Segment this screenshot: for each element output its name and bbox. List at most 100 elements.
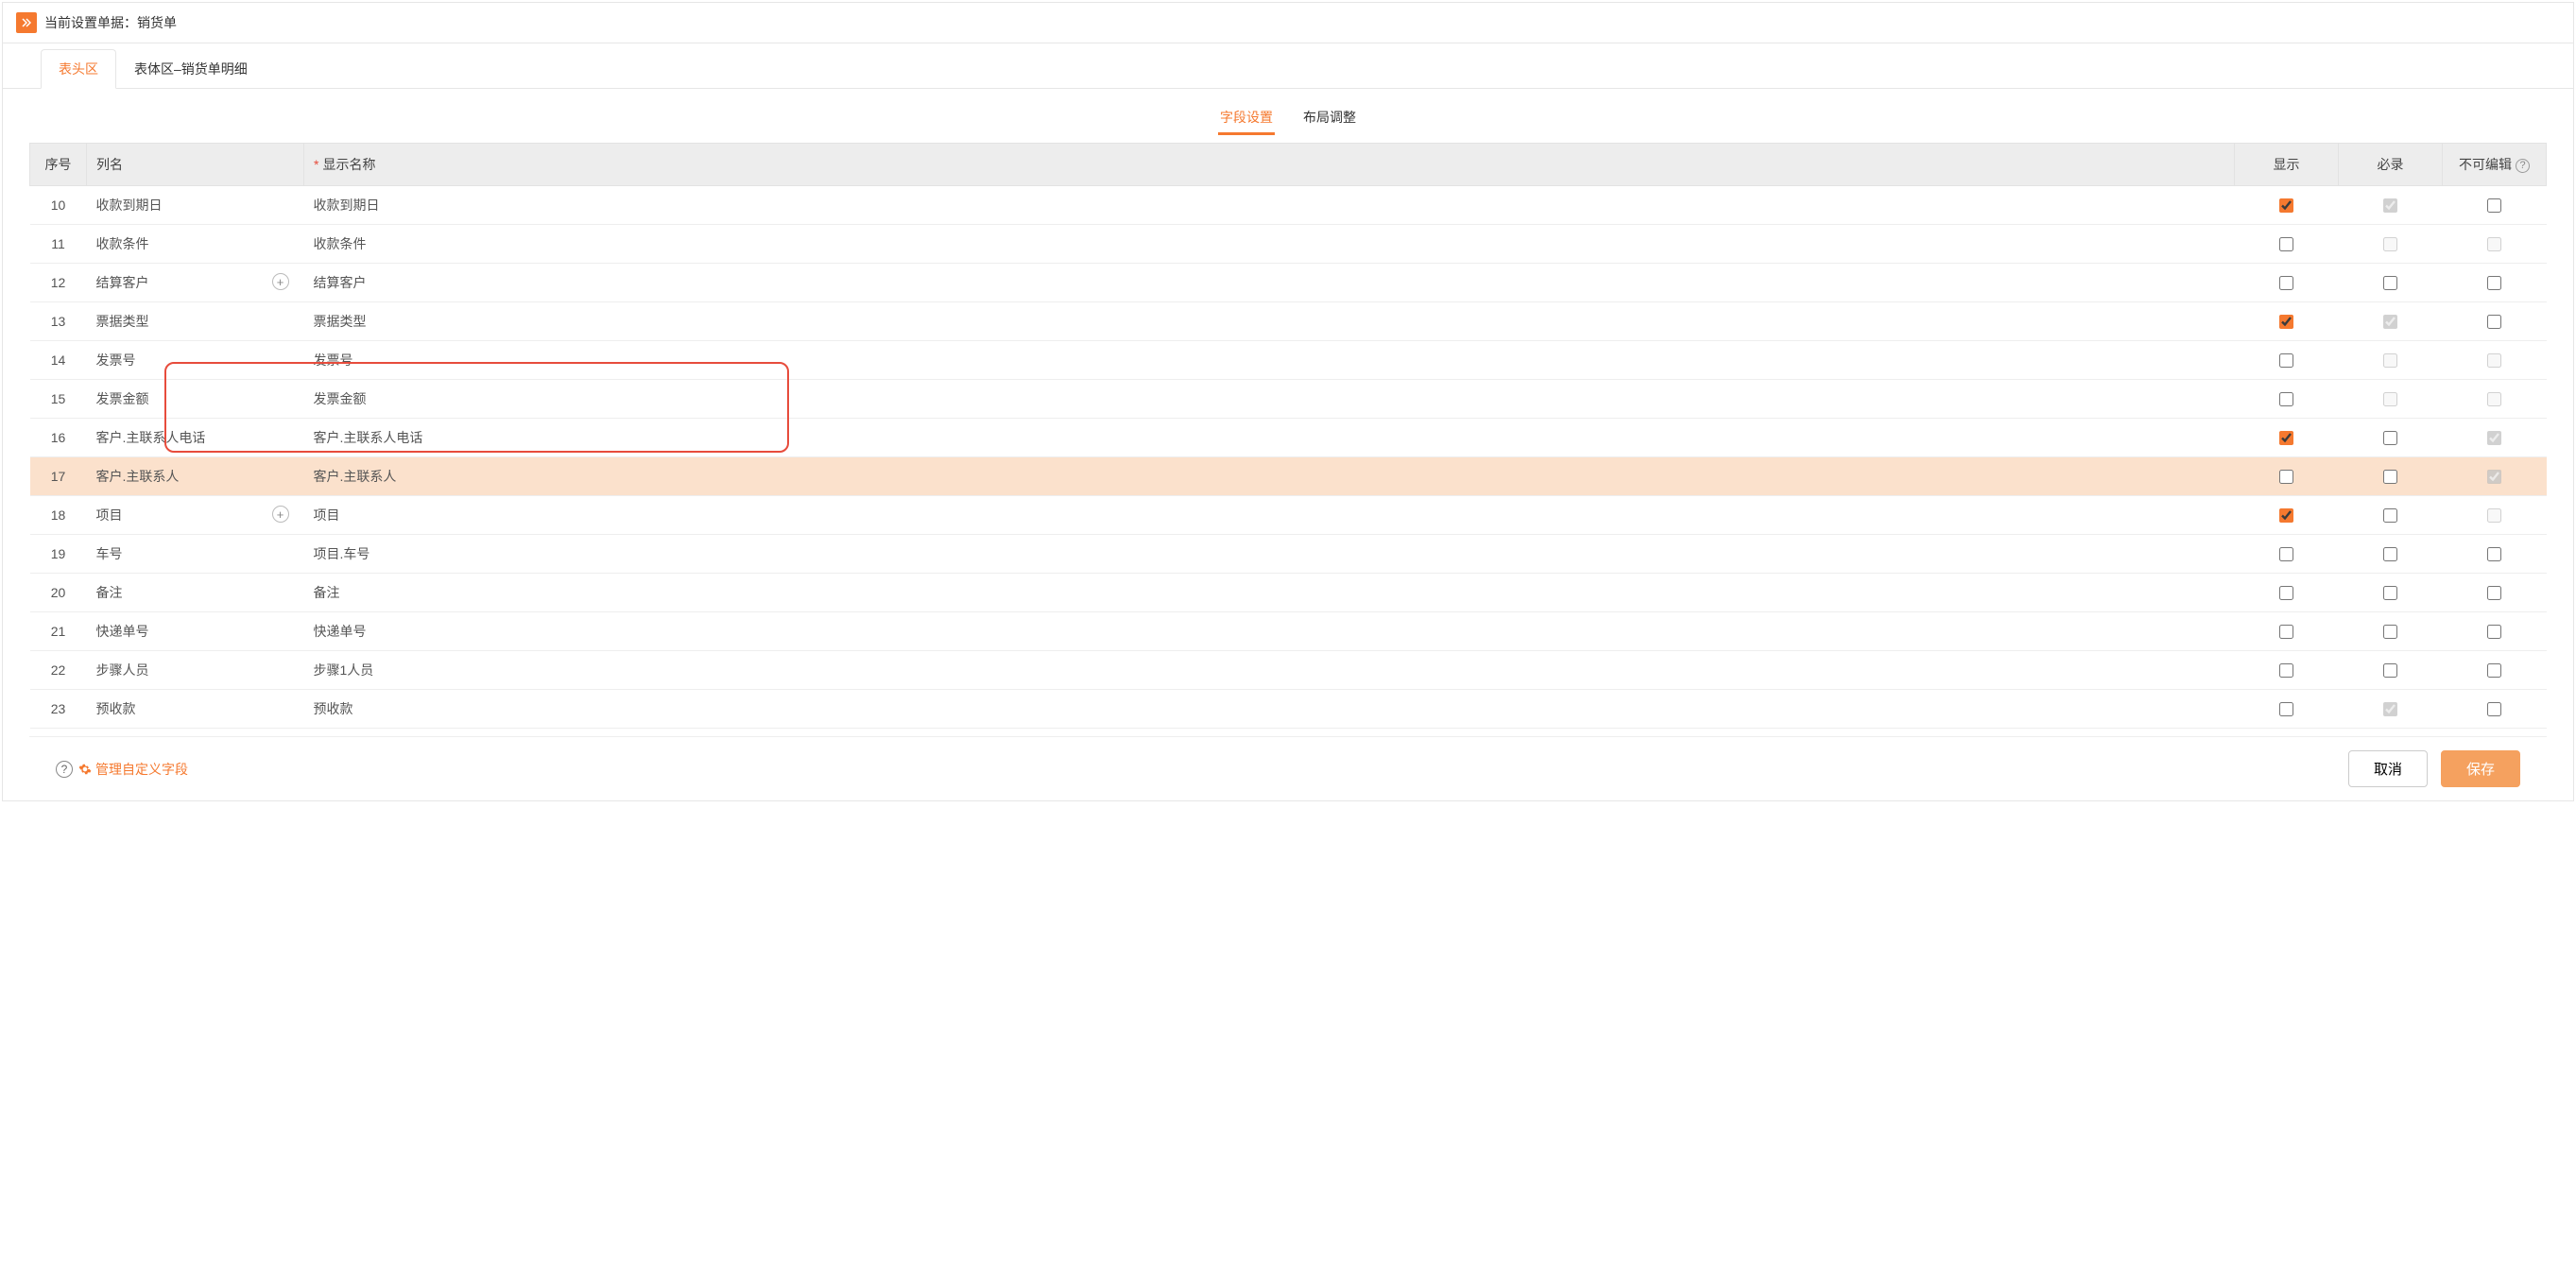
show-checkbox[interactable] — [2279, 392, 2293, 406]
readonly-checkbox-cell — [2443, 612, 2547, 651]
show-checkbox[interactable] — [2279, 625, 2293, 639]
manage-custom-fields-link[interactable]: 管理自定义字段 — [78, 760, 188, 779]
readonly-checkbox[interactable] — [2487, 663, 2501, 678]
row-display-name[interactable]: 发票金额 — [304, 380, 2235, 419]
table-row: 21快递单号快递单号 — [30, 612, 2547, 651]
table-row: 12结算客户+结算客户 — [30, 264, 2547, 302]
row-display-name[interactable]: 客户.主联系人 — [304, 457, 2235, 496]
row-col-name: 项目+ — [87, 496, 304, 535]
outer-tabs: 表头区表体区–销货单明细 — [3, 43, 2573, 89]
show-checkbox[interactable] — [2279, 586, 2293, 600]
show-checkbox[interactable] — [2279, 431, 2293, 445]
readonly-checkbox[interactable] — [2487, 198, 2501, 213]
readonly-checkbox[interactable] — [2487, 547, 2501, 561]
show-checkbox[interactable] — [2279, 663, 2293, 678]
add-subfield-icon[interactable]: + — [272, 506, 289, 523]
required-checkbox[interactable] — [2383, 508, 2397, 523]
readonly-checkbox[interactable] — [2487, 315, 2501, 329]
required-checkbox[interactable] — [2383, 586, 2397, 600]
show-checkbox-cell — [2235, 225, 2339, 264]
row-col-name: 快递单号 — [87, 612, 304, 651]
row-display-name[interactable]: 收款到期日 — [304, 186, 2235, 225]
row-display-name[interactable]: 预收款 — [304, 690, 2235, 729]
table-row: 14发票号发票号 — [30, 341, 2547, 380]
show-checkbox-cell — [2235, 380, 2339, 419]
row-display-name[interactable]: 票据类型 — [304, 302, 2235, 341]
add-subfield-icon[interactable]: + — [272, 273, 289, 290]
row-index: 14 — [30, 341, 87, 380]
th-index: 序号 — [30, 144, 87, 186]
table-row: 22步骤人员步骤1人员 — [30, 651, 2547, 690]
required-checkbox[interactable] — [2383, 625, 2397, 639]
help-circle-icon[interactable]: ? — [56, 761, 73, 778]
show-checkbox[interactable] — [2279, 198, 2293, 213]
subtab-field-settings[interactable]: 字段设置 — [1218, 102, 1275, 135]
show-checkbox-cell — [2235, 302, 2339, 341]
readonly-checkbox — [2487, 353, 2501, 368]
row-col-name: 客户.主联系人电话 — [87, 419, 304, 457]
row-col-name: 收款条件 — [87, 225, 304, 264]
show-checkbox-cell — [2235, 612, 2339, 651]
show-checkbox-cell — [2235, 457, 2339, 496]
row-display-name[interactable]: 发票号 — [304, 341, 2235, 380]
subtab-layout-adjust[interactable]: 布局调整 — [1301, 102, 1358, 135]
tab-body-area[interactable]: 表体区–销货单明细 — [116, 49, 266, 89]
readonly-checkbox — [2487, 431, 2501, 445]
help-icon[interactable]: ? — [2516, 159, 2530, 173]
required-checkbox[interactable] — [2383, 547, 2397, 561]
readonly-checkbox[interactable] — [2487, 625, 2501, 639]
required-checkbox[interactable] — [2383, 663, 2397, 678]
row-display-name[interactable]: 备注 — [304, 574, 2235, 612]
row-display-name[interactable]: 步骤1人员 — [304, 651, 2235, 690]
required-checkbox-cell — [2339, 496, 2443, 535]
row-col-name: 预收款 — [87, 690, 304, 729]
row-display-name[interactable]: 快递单号 — [304, 612, 2235, 651]
row-col-name: 结算客户+ — [87, 264, 304, 302]
show-checkbox[interactable] — [2279, 547, 2293, 561]
readonly-checkbox-cell — [2443, 341, 2547, 380]
table-row: 13票据类型票据类型 — [30, 302, 2547, 341]
show-checkbox[interactable] — [2279, 237, 2293, 251]
table-row: 10收款到期日收款到期日 — [30, 186, 2547, 225]
show-checkbox[interactable] — [2279, 276, 2293, 290]
row-col-name: 发票金额 — [87, 380, 304, 419]
readonly-checkbox[interactable] — [2487, 276, 2501, 290]
cancel-button[interactable]: 取消 — [2348, 750, 2428, 787]
show-checkbox-cell — [2235, 496, 2339, 535]
show-checkbox[interactable] — [2279, 353, 2293, 368]
show-checkbox-cell — [2235, 264, 2339, 302]
th-col-name: 列名 — [87, 144, 304, 186]
required-checkbox-cell — [2339, 186, 2443, 225]
readonly-checkbox[interactable] — [2487, 702, 2501, 716]
row-display-name[interactable]: 客户.主联系人电话 — [304, 419, 2235, 457]
row-index: 11 — [30, 225, 87, 264]
required-checkbox-cell — [2339, 264, 2443, 302]
row-display-name[interactable]: 项目 — [304, 496, 2235, 535]
show-checkbox[interactable] — [2279, 508, 2293, 523]
required-checkbox-cell — [2339, 225, 2443, 264]
row-display-name[interactable]: 结算客户 — [304, 264, 2235, 302]
row-index: 23 — [30, 690, 87, 729]
readonly-checkbox-cell — [2443, 574, 2547, 612]
show-checkbox[interactable] — [2279, 470, 2293, 484]
table-row: 17客户.主联系人客户.主联系人 — [30, 457, 2547, 496]
expand-sidebar-icon[interactable] — [16, 12, 37, 33]
show-checkbox-cell — [2235, 574, 2339, 612]
save-button[interactable]: 保存 — [2441, 750, 2520, 787]
required-checkbox-cell — [2339, 612, 2443, 651]
readonly-checkbox — [2487, 470, 2501, 484]
show-checkbox-cell — [2235, 186, 2339, 225]
row-display-name[interactable]: 项目.车号 — [304, 535, 2235, 574]
tab-header-area[interactable]: 表头区 — [41, 49, 116, 89]
readonly-checkbox[interactable] — [2487, 586, 2501, 600]
show-checkbox[interactable] — [2279, 702, 2293, 716]
readonly-checkbox — [2487, 237, 2501, 251]
row-index: 17 — [30, 457, 87, 496]
show-checkbox[interactable] — [2279, 315, 2293, 329]
required-checkbox[interactable] — [2383, 470, 2397, 484]
row-index: 22 — [30, 651, 87, 690]
required-checkbox[interactable] — [2383, 276, 2397, 290]
required-checkbox[interactable] — [2383, 431, 2397, 445]
required-checkbox-cell — [2339, 535, 2443, 574]
row-display-name[interactable]: 收款条件 — [304, 225, 2235, 264]
